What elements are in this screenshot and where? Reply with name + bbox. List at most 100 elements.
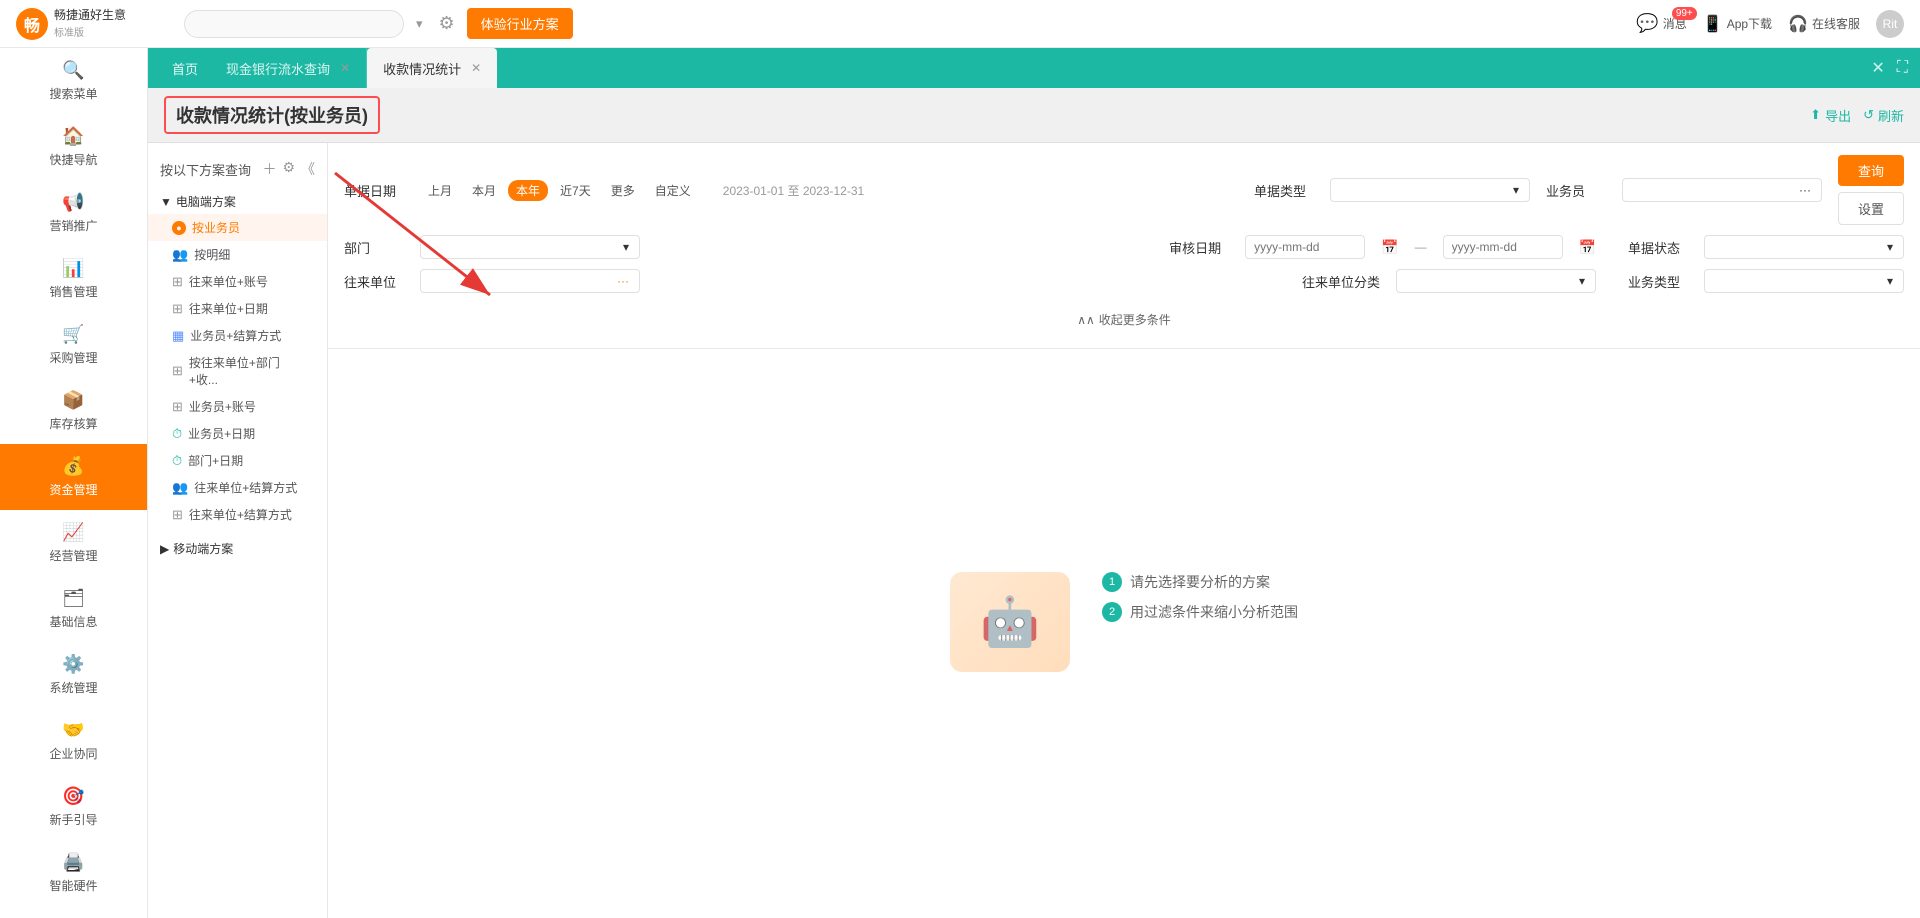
refresh-label: 刷新 [1878, 106, 1904, 125]
scheme-item-label: 业务员+账号 [189, 398, 256, 415]
sidebar-item-nav[interactable]: 🏠 快捷导航 [0, 114, 147, 180]
counterpart-type-label: 往来单位分类 [1302, 272, 1380, 291]
export-label: 导出 [1825, 106, 1851, 125]
user-avatar[interactable]: Rit [1876, 10, 1904, 38]
scheme-item-salesman[interactable]: ● 按业务员 [148, 214, 327, 241]
scheme-item-counterpart-settle2[interactable]: ⊞ 往来单位+结算方式 [148, 501, 327, 528]
sidebar-item-operations[interactable]: 📈 经营管理 [0, 510, 147, 576]
search-input[interactable] [184, 10, 404, 38]
sidebar-item-marketing[interactable]: 📢 营销推广 [0, 180, 147, 246]
counterpart-select[interactable]: ··· [420, 269, 640, 293]
tab-bank-flow[interactable]: 现金银行流水查询 ✕ [210, 48, 367, 88]
logo-icon: 畅 [16, 8, 48, 40]
scheme-item-counterpart-dept-collect[interactable]: ⊞ 按往来单位+部门+收... [148, 349, 327, 393]
scheme-title: 按以下方案查询 [160, 160, 251, 179]
refresh-icon: ↺ [1863, 107, 1874, 123]
date-tab-this-year[interactable]: 本年 [508, 180, 548, 201]
scheme-item-label: 往来单位+结算方式 [194, 479, 297, 496]
sidebar-item-sales[interactable]: 📊 销售管理 [0, 246, 147, 312]
calendar-end-icon[interactable]: 📅 [1579, 239, 1596, 256]
sidebar-item-label: 新手引导 [49, 811, 97, 828]
setting-button[interactable]: 设置 [1838, 192, 1904, 225]
finance-icon: 💰 [62, 456, 84, 477]
dept-select[interactable]: ▾ [420, 235, 640, 259]
sidebar-item-hardware[interactable]: 🖨️ 智能硬件 [0, 840, 147, 906]
close-window-icon[interactable]: ✕ [1871, 58, 1884, 78]
tab-label: 现金银行流水查询 [226, 59, 330, 78]
export-button[interactable]: ⬆ 导出 [1810, 106, 1851, 125]
salesman-select[interactable]: ··· [1622, 178, 1822, 202]
collapse-button[interactable]: ∧∧ 收起更多条件 [344, 303, 1904, 336]
scheme-item-label: 往来单位+日期 [189, 300, 268, 317]
audit-date-end[interactable] [1443, 235, 1563, 259]
scheme-group-mobile-label[interactable]: ▶ 移动端方案 [148, 536, 327, 561]
logo-area: 畅 畅捷通好生意 标准版 [16, 8, 164, 40]
filter-row-1: 单据日期 上月 本月 本年 近7天 更多 自定义 2023-01-01 至 20… [344, 155, 1904, 225]
scheme-item-salesman-settle[interactable]: ▦ 业务员+结算方式 [148, 322, 327, 349]
tab-close-bank[interactable]: ✕ [340, 61, 350, 75]
counterpart-type-select[interactable]: ▾ [1396, 269, 1596, 293]
sidebar-item-label: 库存核算 [49, 415, 97, 432]
sidebar-item-search[interactable]: 🔍 搜索菜单 [0, 48, 147, 114]
sidebar-item-wechat[interactable]: 💬 企业微信 [0, 906, 147, 918]
sidebar-item-guide[interactable]: 🎯 新手引导 [0, 774, 147, 840]
tab-close-receipt[interactable]: ✕ [471, 61, 481, 75]
calendar-start-icon[interactable]: 📅 [1381, 239, 1398, 256]
scheme-item-detail[interactable]: 👥 按明细 [148, 241, 327, 268]
sidebar-item-label: 企业协同 [49, 745, 97, 762]
online-service-button[interactable]: 🎧 在线客服 [1788, 14, 1860, 34]
system-icon: ⚙️ [62, 654, 84, 675]
page-header-right: ⬆ 导出 ↺ 刷新 [1810, 106, 1904, 125]
settings-icon[interactable]: ⚙ [439, 13, 455, 34]
main-content-right: 单据日期 上月 本月 本年 近7天 更多 自定义 2023-01-01 至 20… [328, 143, 1920, 918]
scheme-collapse-icon[interactable]: 《 [301, 159, 315, 179]
scheme-settings-icon[interactable]: ⚙ [282, 159, 295, 179]
tab-receipt-stats[interactable]: 收款情况统计 ✕ [367, 48, 497, 88]
scheme-panel: 按以下方案查询 ＋ ⚙ 《 ▼ 电脑端方案 ● 按业务员 [148, 143, 328, 918]
scheme-item-dept-date[interactable]: ⏱ 部门+日期 [148, 447, 327, 474]
scheme-item-salesman-account[interactable]: ⊞ 业务员+账号 [148, 393, 327, 420]
query-button[interactable]: 查询 [1838, 155, 1904, 186]
voucher-type-select[interactable]: ▾ [1330, 178, 1530, 202]
maximize-icon[interactable]: ⛶ [1897, 59, 1908, 77]
scheme-item-counterpart-account[interactable]: ⊞ 往来单位+账号 [148, 268, 327, 295]
date-tab-last-month[interactable]: 上月 [420, 180, 460, 201]
try-btn[interactable]: 体验行业方案 [467, 8, 573, 39]
scheme-group-pc-label[interactable]: ▼ 电脑端方案 [148, 189, 327, 214]
date-tab-custom[interactable]: 自定义 [647, 180, 699, 201]
dropdown-icon: ▾ [1887, 274, 1893, 288]
sidebar-item-collab[interactable]: 🤝 企业协同 [0, 708, 147, 774]
date-tab-this-month[interactable]: 本月 [464, 180, 504, 201]
sidebar-item-basic[interactable]: 🗂 基础信息 [0, 576, 147, 642]
scheme-add-icon[interactable]: ＋ [262, 159, 276, 179]
dropdown-icon[interactable]: ▾ [416, 16, 423, 32]
refresh-button[interactable]: ↺ 刷新 [1863, 106, 1904, 125]
messages-badge: 99+ [1672, 7, 1697, 20]
app-download-button[interactable]: 📱 App下载 [1703, 14, 1772, 34]
action-btn-group: 查询 设置 [1838, 155, 1904, 225]
table-icon: ⊞ [172, 301, 183, 317]
scheme-item-counterpart-date[interactable]: ⊞ 往来单位+日期 [148, 295, 327, 322]
filter-row-3: 往来单位 ··· 往来单位分类 ▾ 业务类型 [344, 269, 1904, 293]
sidebar-item-system[interactable]: ⚙️ 系统管理 [0, 642, 147, 708]
scheme-item-salesman-date[interactable]: ⏱ 业务员+日期 [148, 420, 327, 447]
sidebar-item-inventory[interactable]: 📦 库存核算 [0, 378, 147, 444]
empty-area: 🤖 1 请先选择要分析的方案 2 用过滤条件来缩小分析范围 [328, 349, 1920, 918]
salesman-label: 业务员 [1546, 181, 1606, 200]
empty-step-1: 1 请先选择要分析的方案 [1102, 572, 1298, 592]
biz-type-select[interactable]: ▾ [1704, 269, 1904, 293]
voucher-status-select[interactable]: ▾ [1704, 235, 1904, 259]
step-1-label: 请先选择要分析的方案 [1130, 572, 1270, 592]
tab-home[interactable]: 首页 [160, 59, 210, 78]
marketing-icon: 📢 [62, 192, 84, 213]
audit-date-start[interactable] [1245, 235, 1365, 259]
sidebar-item-finance[interactable]: 💰 资金管理 [0, 444, 147, 510]
date-tab-7days[interactable]: 近7天 [552, 180, 599, 201]
messages-button[interactable]: 💬 消息 99+ [1636, 13, 1686, 34]
scheme-actions: ＋ ⚙ 《 [262, 159, 315, 179]
dropdown-icon: ▾ [1579, 274, 1585, 288]
scheme-item-counterpart-settle1[interactable]: 👥 往来单位+结算方式 [148, 474, 327, 501]
date-range-text: 2023-01-01 至 2023-12-31 [723, 182, 864, 199]
date-tab-more[interactable]: 更多 [603, 180, 643, 201]
sidebar-item-purchase[interactable]: 🛒 采购管理 [0, 312, 147, 378]
